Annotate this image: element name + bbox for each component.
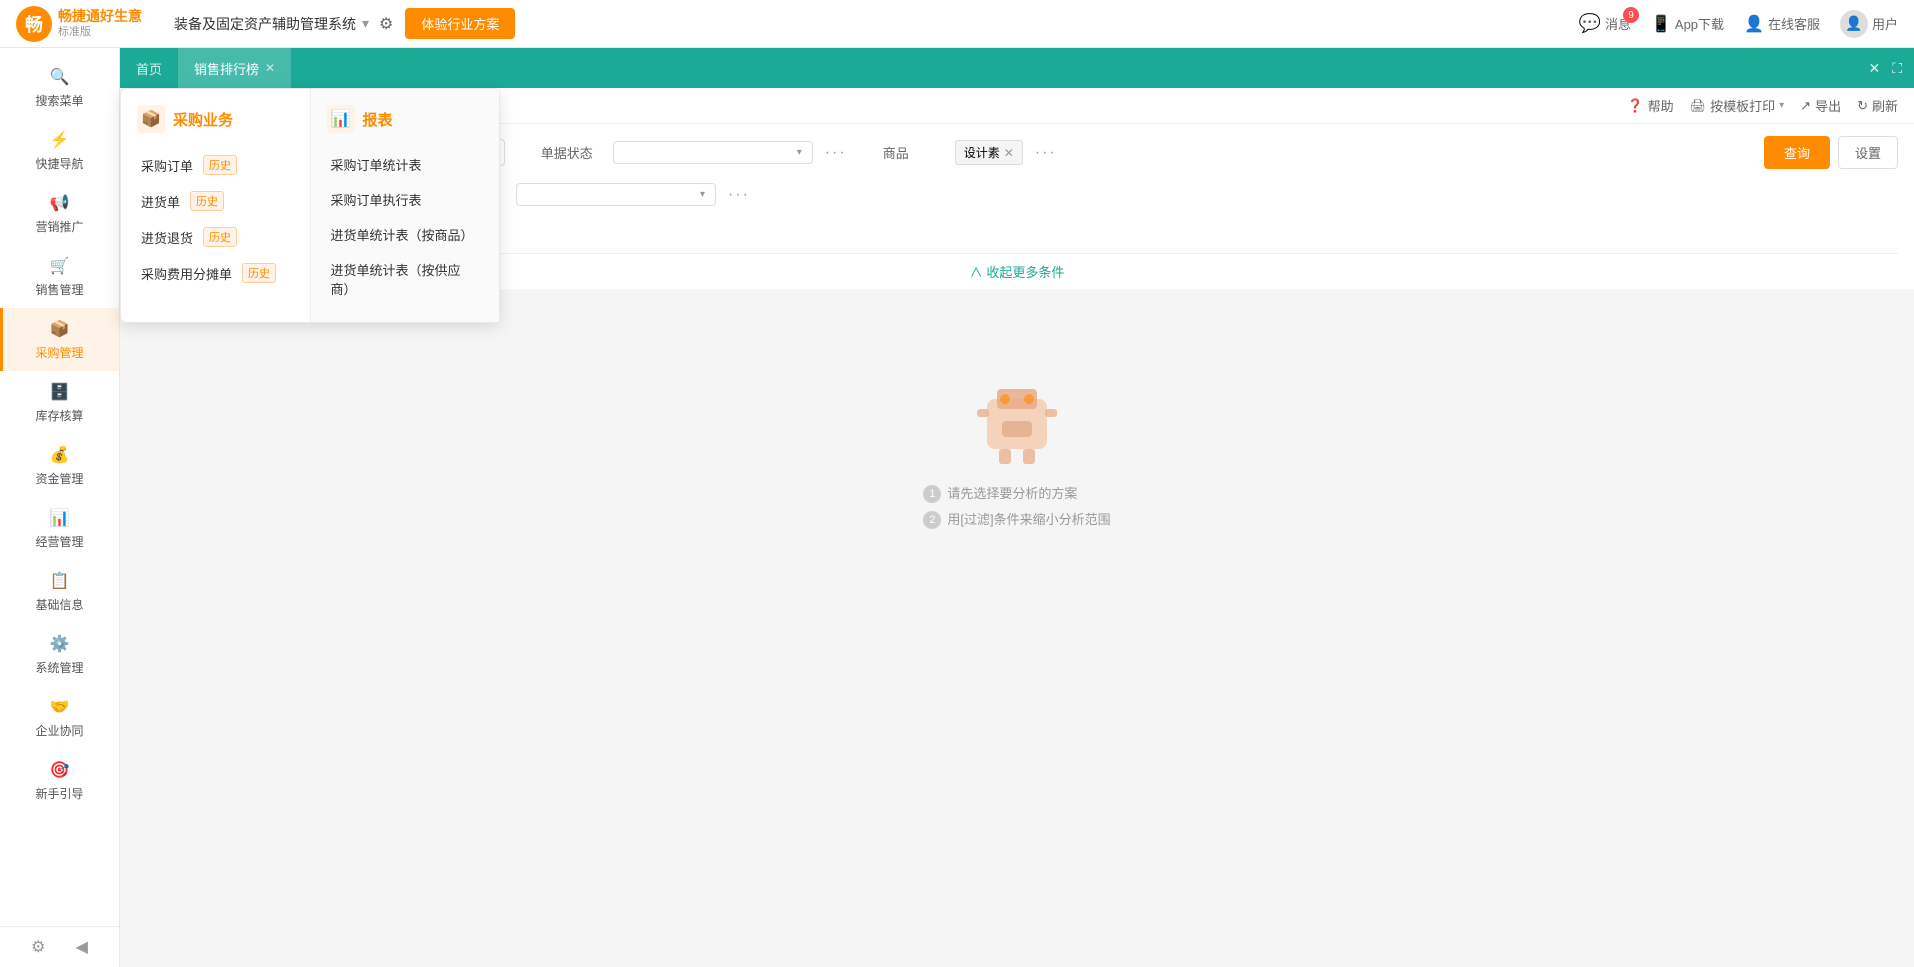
export-icon: ↗ — [1800, 98, 1811, 114]
menu-item-po-execution[interactable]: 采购订单执行表 — [327, 182, 484, 217]
goods-more-dots[interactable]: ··· — [1035, 144, 1057, 162]
online-service-btn[interactable]: 👤 在线客服 — [1744, 14, 1820, 34]
sidebar-item-sales[interactable]: 🛒 销售管理 — [0, 245, 119, 308]
report-menu-icon: 📊 — [327, 105, 355, 133]
marketing-icon: 📢 — [49, 192, 71, 214]
inventory-icon: 🗄️ — [49, 381, 71, 403]
sidebar-item-purchase[interactable]: 📦 采购管理 — [0, 308, 119, 371]
menu-item-goods-receipt[interactable]: 进货单 历史 — [137, 183, 294, 219]
purchase-icon: 📦 — [49, 318, 71, 340]
salesperson-dropdown-arrow: ▾ — [700, 189, 705, 200]
user-btn[interactable]: 👤 用户 — [1840, 10, 1898, 38]
sidebar-item-operations[interactable]: 📊 经营管理 — [0, 497, 119, 560]
menu-col-report-header: 📊 报表 — [327, 105, 484, 133]
quick-nav-icon: ⚡ — [49, 129, 71, 151]
sidebar-item-enterprise[interactable]: 🤝 企业协同 — [0, 686, 119, 749]
tab-bar-right: ✕ ⛶ — [1856, 48, 1914, 88]
menu-col-purchase: 📦 采购业务 采购订单 历史 进货单 历史 进货退货 历史 采购费用分摊单 历史 — [121, 89, 310, 322]
logo-text: 畅捷通好生意 标准版 — [58, 7, 142, 39]
refresh-icon: ↻ — [1857, 98, 1868, 114]
system-title-dropdown[interactable]: ▾ — [362, 15, 369, 32]
print-icon: 🖨 — [1690, 98, 1707, 114]
system-title: 装备及固定资产辅助管理系统 ▾ ⚙ — [174, 14, 393, 34]
basic-icon: 📋 — [49, 570, 71, 592]
tab-close-sales-ranking[interactable]: ✕ — [265, 61, 275, 75]
print-dropdown-arrow[interactable]: ▾ — [1779, 100, 1784, 111]
enterprise-icon: 🤝 — [49, 696, 71, 718]
empty-step-1: 1 请先选择要分析的方案 — [923, 481, 1110, 507]
finance-icon: 💰 — [49, 444, 71, 466]
action-btns: 查询 设置 — [1764, 136, 1898, 169]
sidebar: 🔍 搜索菜单 ⚡ 快捷导航 📢 营销推广 🛒 销售管理 📦 采购管理 🗄️ 库存… — [0, 48, 120, 967]
collapse-icon: ∧ — [970, 265, 983, 280]
export-btn[interactable]: ↗ 导出 — [1800, 96, 1841, 115]
tab-close-all-icon[interactable]: ✕ — [1868, 60, 1880, 77]
newbie-icon: 🎯 — [49, 759, 71, 781]
tab-expand-icon[interactable]: ⛶ — [1892, 60, 1902, 77]
status-dropdown-arrow: ▾ — [797, 147, 802, 158]
menu-item-purchase-expense[interactable]: 采购费用分摊单 历史 — [137, 255, 294, 291]
system-settings-icon[interactable]: ⚙ — [379, 14, 393, 34]
empty-text: 1 请先选择要分析的方案 2 用[过滤]条件来缩小分析范围 — [923, 481, 1110, 533]
menu-item-receipt-by-supplier[interactable]: 进货单统计表（按供应商） — [327, 252, 484, 306]
industry-btn[interactable]: 体验行业方案 — [405, 8, 515, 39]
status-label: 单据状态 — [541, 143, 601, 162]
query-btn[interactable]: 查询 — [1764, 136, 1830, 169]
salesperson-select[interactable]: ▾ — [516, 183, 716, 206]
operations-icon: 📊 — [49, 507, 71, 529]
history-badge-1: 历史 — [190, 191, 224, 211]
app-download-btn[interactable]: 📱 App下载 — [1651, 14, 1724, 34]
system-icon: ⚙️ — [49, 633, 71, 655]
tab-bar: 首页 销售排行榜 ✕ ✕ ⛶ — [120, 48, 1914, 88]
menu-col-purchase-header: 📦 采购业务 — [137, 105, 294, 133]
tab-sales-ranking[interactable]: 销售排行榜 ✕ — [178, 48, 291, 88]
sidebar-item-system[interactable]: ⚙️ 系统管理 — [0, 623, 119, 686]
menu-col-report: 📊 报表 采购订单统计表 采购订单执行表 进货单统计表（按商品） 进货单统计表（… — [310, 89, 500, 322]
help-icon: ❓ — [1627, 98, 1643, 114]
status-more-dots[interactable]: ··· — [825, 144, 847, 162]
sidebar-item-inventory[interactable]: 🗄️ 库存核算 — [0, 371, 119, 434]
goods-label: 商品 — [883, 143, 943, 162]
salesperson-more-dots[interactable]: ··· — [728, 186, 750, 204]
sidebar-item-finance[interactable]: 💰 资金管理 — [0, 434, 119, 497]
empty-illustration — [957, 369, 1077, 469]
status-select[interactable]: ▾ — [613, 141, 813, 164]
sidebar-item-quick-nav[interactable]: ⚡ 快捷导航 — [0, 119, 119, 182]
topbar-right: 💬 9 消息 📱 App下载 👤 在线客服 👤 用户 — [1579, 10, 1898, 38]
menu-item-goods-return[interactable]: 进货退货 历史 — [137, 219, 294, 255]
topbar-left: 畅 畅捷通好生意 标准版 装备及固定资产辅助管理系统 ▾ ⚙ 体验行业方案 — [16, 6, 515, 42]
sidebar-bottom: ⚙ ◀ — [0, 926, 119, 967]
history-badge-0: 历史 — [203, 155, 237, 175]
purchase-menu-icon: 📦 — [137, 105, 165, 133]
message-btn[interactable]: 💬 9 消息 — [1579, 13, 1631, 34]
user-avatar: 👤 — [1840, 10, 1868, 38]
dropdown-menu: 📦 采购业务 采购订单 历史 进货单 历史 进货退货 历史 采购费用分摊单 历史… — [120, 88, 500, 323]
sidebar-item-basic[interactable]: 📋 基础信息 — [0, 560, 119, 623]
empty-state: 1 请先选择要分析的方案 2 用[过滤]条件来缩小分析范围 — [120, 289, 1914, 613]
menu-item-po-summary[interactable]: 采购订单统计表 — [327, 147, 484, 182]
sidebar-item-marketing[interactable]: 📢 营销推广 — [0, 182, 119, 245]
menu-item-receipt-by-goods[interactable]: 进货单统计表（按商品） — [327, 217, 484, 252]
template-print-btn[interactable]: 🖨 按模板打印 ▾ — [1690, 96, 1785, 115]
goods-tag: 设计素 ✕ — [955, 140, 1023, 165]
topbar: 畅 畅捷通好生意 标准版 装备及固定资产辅助管理系统 ▾ ⚙ 体验行业方案 💬 … — [0, 0, 1914, 48]
menu-item-purchase-order[interactable]: 采购订单 历史 — [137, 147, 294, 183]
settings-btn[interactable]: 设置 — [1838, 136, 1898, 169]
sales-icon: 🛒 — [49, 255, 71, 277]
history-badge-3: 历史 — [242, 263, 276, 283]
refresh-btn[interactable]: ↻ 刷新 — [1857, 96, 1898, 115]
sidebar-settings-icon[interactable]: ⚙ — [31, 937, 45, 957]
logo-area: 畅 畅捷通好生意 标准版 — [16, 6, 142, 42]
goods-tag-close[interactable]: ✕ — [1004, 146, 1014, 160]
tab-home[interactable]: 首页 — [120, 48, 178, 88]
sidebar-item-search[interactable]: 🔍 搜索菜单 — [0, 56, 119, 119]
logo-icon: 畅 — [16, 6, 52, 42]
history-badge-2: 历史 — [203, 227, 237, 247]
sidebar-collapse-icon[interactable]: ◀ — [76, 937, 88, 957]
empty-step-2: 2 用[过滤]条件来缩小分析范围 — [923, 507, 1110, 533]
sidebar-item-newbie[interactable]: 🎯 新手引导 — [0, 749, 119, 812]
search-icon: 🔍 — [49, 66, 71, 88]
help-btn[interactable]: ❓ 帮助 — [1627, 96, 1673, 115]
